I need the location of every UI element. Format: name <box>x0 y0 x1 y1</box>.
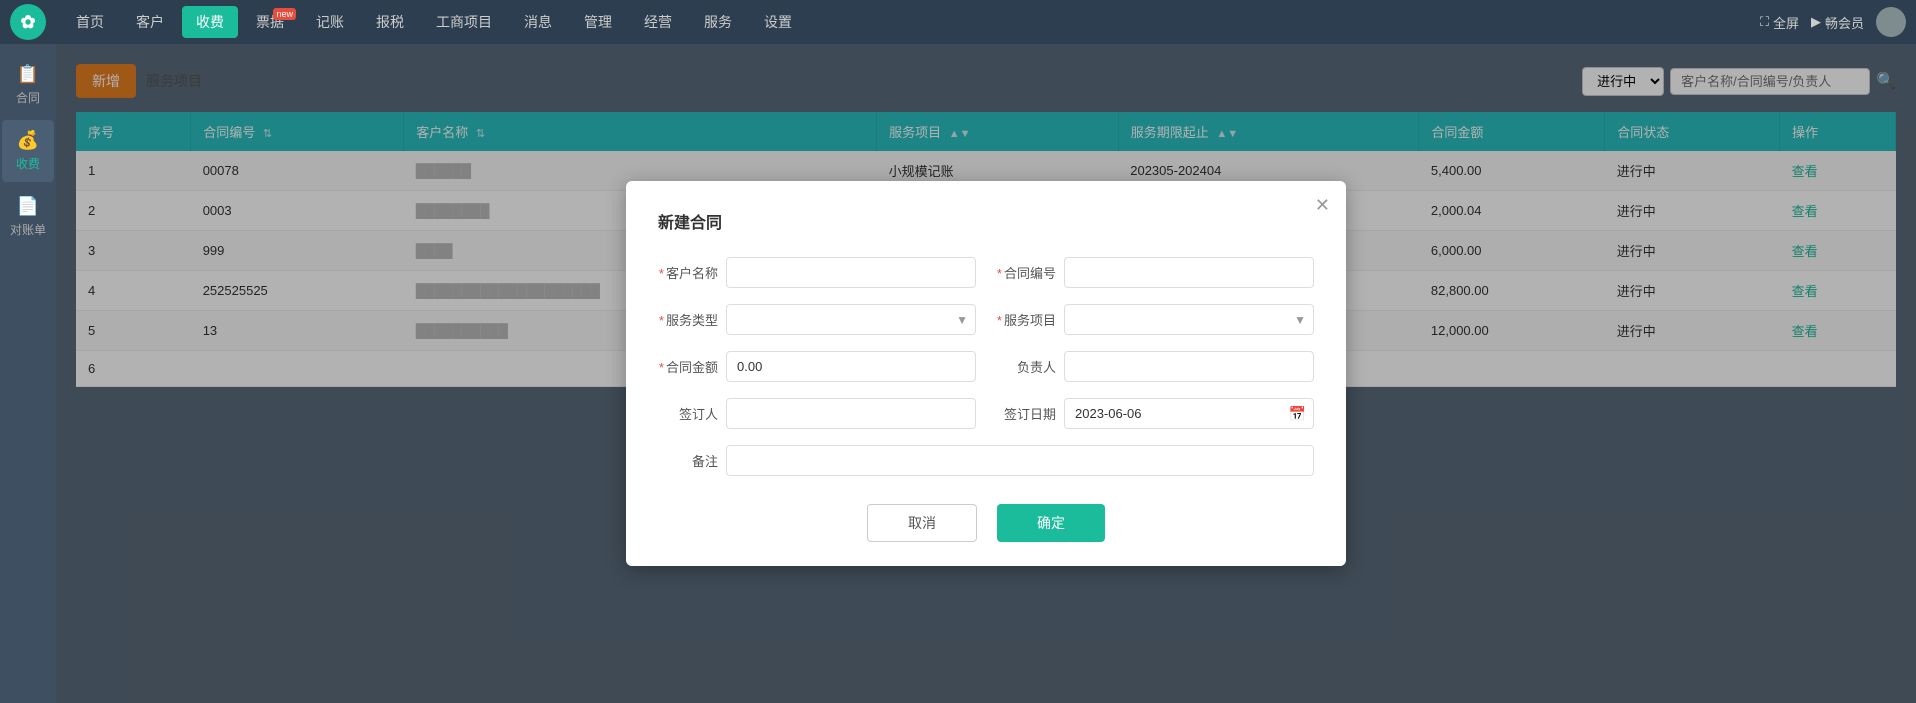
sidebar-item-contract[interactable]: 📋 合同 <box>2 54 54 116</box>
cancel-button[interactable]: 取消 <box>867 504 977 542</box>
main-content: 新增 服务项目 进行中 全部 已完成 未开始 🔍 序号 合同编号 ⇅ 客户名称 … <box>56 44 1916 703</box>
nav-right: ⛶ 全屏 ▶ 畅会员 <box>1760 7 1906 37</box>
nav-manage[interactable]: 管理 <box>570 6 626 38</box>
fullscreen-icon: ⛶ <box>1760 14 1769 30</box>
signer-input[interactable] <box>726 398 976 429</box>
form-row-signer: 签订人 <box>658 398 976 429</box>
play-icon: ▶ <box>1811 14 1821 30</box>
contract-no-input[interactable] <box>1064 257 1314 288</box>
modal-overlay: ✕ 新建合同 *客户名称 *合同编号 <box>56 44 1916 703</box>
amount-label: *合同金额 <box>658 357 718 376</box>
sidebar-item-label-statement: 对账单 <box>10 221 46 238</box>
form-row-person: 负责人 <box>996 351 1314 382</box>
amount-input[interactable] <box>726 351 976 382</box>
sidebar-item-fee[interactable]: 💰 收费 <box>2 120 54 182</box>
service-type-select[interactable] <box>726 304 976 335</box>
nav-service[interactable]: 服务 <box>690 6 746 38</box>
sidebar-item-label-fee: 收费 <box>16 155 40 172</box>
form-row-service-item: *服务项目 ▼ <box>996 304 1314 335</box>
nav-home[interactable]: 首页 <box>62 6 118 38</box>
modal-footer: 取消 确定 <box>658 504 1314 542</box>
fullscreen-button[interactable]: ⛶ 全屏 <box>1760 13 1799 32</box>
nav-message[interactable]: 消息 <box>510 6 566 38</box>
service-item-select-wrapper: ▼ <box>1064 304 1314 335</box>
sign-date-label: 签订日期 <box>996 404 1056 423</box>
service-item-label: *服务项目 <box>996 310 1056 329</box>
contract-icon: 📋 <box>17 64 39 85</box>
sidebar-item-statement[interactable]: 📄 对账单 <box>2 186 54 248</box>
logo-icon: ✿ <box>20 12 35 33</box>
avatar[interactable] <box>1876 7 1906 37</box>
form-row-contract-no: *合同编号 <box>996 257 1314 288</box>
nav-operation[interactable]: 经营 <box>630 6 686 38</box>
confirm-button[interactable]: 确定 <box>997 504 1105 542</box>
nav-fee[interactable]: 收费 <box>182 6 238 38</box>
form-row-amount: *合同金额 <box>658 351 976 382</box>
service-type-select-wrapper: ▼ <box>726 304 976 335</box>
remark-input[interactable] <box>726 445 1314 476</box>
form-row-sign-date: 签订日期 📅 <box>996 398 1314 429</box>
contract-no-label: *合同编号 <box>996 263 1056 282</box>
nav-settings[interactable]: 设置 <box>750 6 806 38</box>
layout: 📋 合同 💰 收费 📄 对账单 新增 服务项目 进行中 全部 已完成 未开始 <box>0 44 1916 703</box>
service-item-select[interactable] <box>1064 304 1314 335</box>
sign-date-input[interactable] <box>1064 398 1314 429</box>
nav-items: 首页 客户 收费 票据 new 记账 报税 工商项目 消息 管理 经营 服务 设… <box>62 6 1760 38</box>
app-logo[interactable]: ✿ <box>10 4 46 40</box>
modal-title: 新建合同 <box>658 209 1314 233</box>
person-in-charge-input[interactable] <box>1064 351 1314 382</box>
member-button[interactable]: ▶ 畅会员 <box>1811 13 1864 32</box>
statement-icon: 📄 <box>17 196 39 217</box>
person-in-charge-label: 负责人 <box>996 357 1056 376</box>
sidebar-item-label-contract: 合同 <box>16 89 40 106</box>
customer-name-input[interactable] <box>726 257 976 288</box>
fee-icon: 💰 <box>17 130 39 151</box>
form-grid: *客户名称 *合同编号 *服务类型 <box>658 257 1314 476</box>
nav-business[interactable]: 工商项目 <box>422 6 506 38</box>
form-row-customer: *客户名称 <box>658 257 976 288</box>
nav-accounting[interactable]: 记账 <box>302 6 358 38</box>
signer-label: 签订人 <box>658 404 718 423</box>
modal-close-button[interactable]: ✕ <box>1315 195 1330 216</box>
new-badge: new <box>273 8 296 20</box>
form-row-remark: 备注 <box>658 445 1314 476</box>
nav-tax[interactable]: 报税 <box>362 6 418 38</box>
nav-ticket[interactable]: 票据 new <box>242 6 298 38</box>
sidebar: 📋 合同 💰 收费 📄 对账单 <box>0 44 56 703</box>
top-navigation: ✿ 首页 客户 收费 票据 new 记账 报税 工商项目 消息 管理 经营 服务… <box>0 0 1916 44</box>
nav-customer[interactable]: 客户 <box>122 6 178 38</box>
new-contract-modal: ✕ 新建合同 *客户名称 *合同编号 <box>626 181 1346 566</box>
form-row-service-type: *服务类型 ▼ <box>658 304 976 335</box>
customer-name-label: *客户名称 <box>658 263 718 282</box>
remark-label: 备注 <box>658 451 718 470</box>
date-input-wrapper: 📅 <box>1064 398 1314 429</box>
service-type-label: *服务类型 <box>658 310 718 329</box>
